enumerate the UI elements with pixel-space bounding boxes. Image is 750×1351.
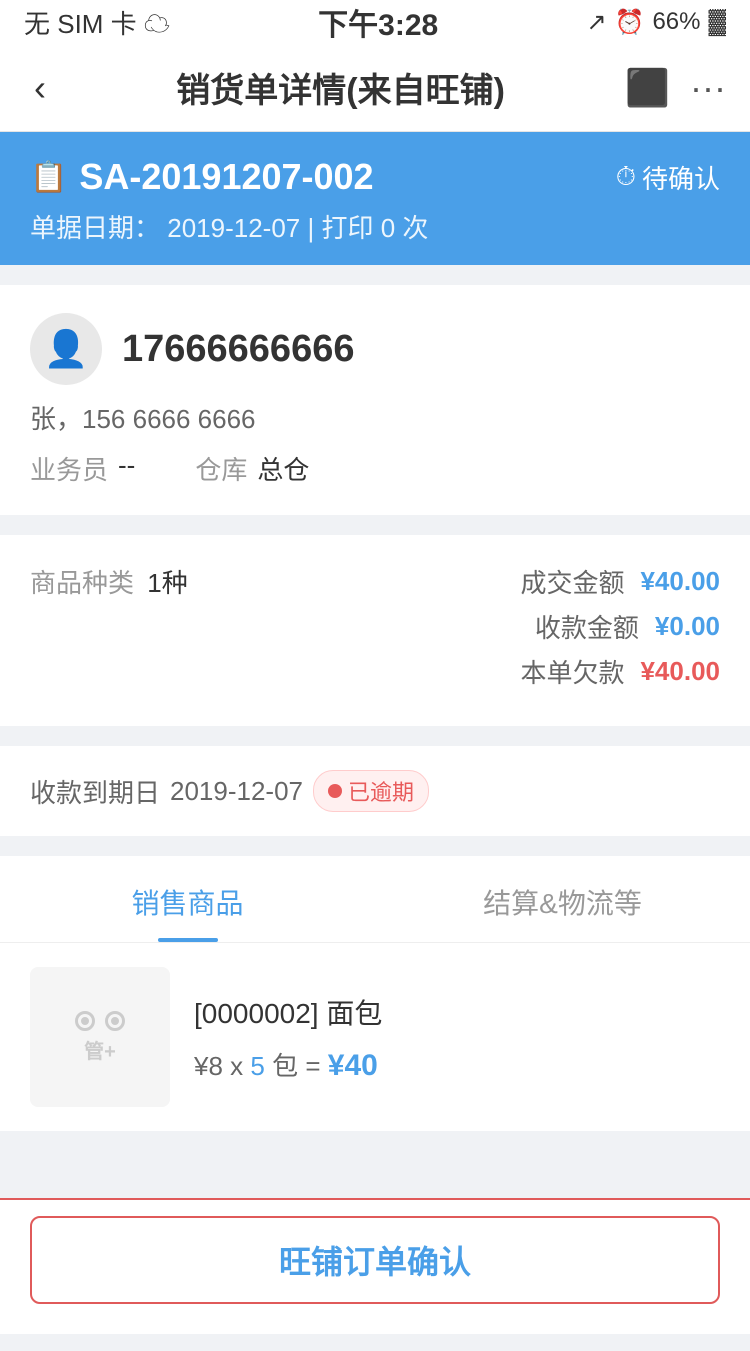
product-section: 管+ [0000002] 面包 ¥8 x 5 包 = ¥40 — [0, 943, 750, 1131]
due-section: 收款到期日 2019-12-07 已逾期 — [0, 746, 750, 836]
print-suffix: 次 — [402, 213, 428, 243]
status-left: 无 SIM 卡 ☁ — [24, 4, 170, 41]
equals-symbol: = — [305, 1051, 320, 1081]
nav-actions: ⬛ ··· — [625, 67, 726, 109]
times-symbol: x — [230, 1051, 243, 1081]
alarm-icon: ⏰ — [615, 8, 645, 37]
owl-eyes — [75, 1011, 125, 1031]
tab-settlement[interactable]: 结算&物流等 — [375, 856, 750, 942]
order-id-text: SA-20191207-002 — [79, 156, 373, 198]
status-bar: 无 SIM 卡 ☁ 下午3:28 ↗ ⏰ 66% ▓ — [0, 0, 750, 44]
tabs: 销售商品 结算&物流等 — [0, 856, 750, 943]
product-type-value: 1种 — [147, 568, 187, 598]
due-label: 收款到期日 — [30, 773, 160, 810]
customer-phone: 17666666666 — [122, 328, 354, 371]
order-status: ⏱ 待确认 — [616, 159, 720, 196]
status-time: 下午3:28 — [318, 0, 438, 44]
owl-text: 管+ — [84, 1035, 116, 1064]
received-label: 收款金额 — [535, 608, 639, 645]
due-date: 2019-12-07 — [170, 776, 303, 807]
order-icon: 📋 — [30, 160, 67, 195]
confirm-order-button[interactable]: 旺铺订单确认 — [30, 1216, 720, 1304]
quantity: 5 — [250, 1051, 264, 1081]
owl-eye-right — [105, 1011, 125, 1031]
product-item: 管+ [0000002] 面包 ¥8 x 5 包 = ¥40 — [0, 943, 750, 1131]
page-title: 销货单详情(来自旺铺) — [56, 63, 625, 112]
overdue-badge: 已逾期 — [313, 770, 429, 812]
share-icon[interactable]: ⬛ — [625, 67, 670, 109]
owed-label: 本单欠款 — [520, 653, 624, 690]
sales-meta: 业务员 -- — [30, 450, 135, 487]
tab-sales-products[interactable]: 销售商品 — [0, 856, 375, 942]
battery-status: 66% — [652, 8, 700, 36]
print-count: 0 — [381, 213, 395, 243]
customer-top: 👤 17666666666 — [30, 313, 720, 385]
sales-label: 业务员 — [30, 450, 108, 487]
status-right: ↗ ⏰ 66% ▓ — [586, 8, 726, 37]
order-header-top: 📋 SA-20191207-002 ⏱ 待确认 — [30, 156, 720, 198]
warehouse-label: 仓库 — [195, 450, 247, 487]
sales-value: -- — [118, 450, 135, 487]
summary-right: 成交金额 ¥40.00 收款金额 ¥0.00 本单欠款 ¥40.00 — [520, 563, 720, 698]
order-date: 单据日期： 2019-12-07 | 打印 0 次 — [30, 208, 720, 245]
warehouse-meta: 仓库 总仓 — [195, 450, 309, 487]
status-text: 待确认 — [642, 159, 720, 196]
avatar: 👤 — [30, 313, 102, 385]
transaction-row: 成交金额 ¥40.00 — [520, 563, 720, 600]
summary-left: 商品种类 1种 — [30, 563, 188, 600]
customer-section: 👤 17666666666 张，156 6666 6666 业务员 -- 仓库 … — [0, 285, 750, 515]
battery-icon: ▓ — [709, 8, 727, 36]
customer-meta: 业务员 -- 仓库 总仓 — [30, 450, 720, 487]
warehouse-value: 总仓 — [257, 450, 309, 487]
summary-section: 商品种类 1种 成交金额 ¥40.00 收款金额 ¥0.00 本单欠款 ¥40.… — [0, 535, 750, 726]
product-name: [0000002] 面包 — [194, 992, 720, 1032]
location-icon: ↗ — [586, 8, 606, 37]
overdue-dot-icon — [328, 784, 342, 798]
product-type-label: 商品种类 — [30, 568, 134, 598]
date-label: 单据日期： — [30, 213, 160, 243]
date-value: 2019-12-07 — [167, 213, 300, 243]
status-clock-icon: ⏱ — [616, 161, 636, 193]
owl-eye-left — [75, 1011, 95, 1031]
product-title: 面包 — [326, 998, 382, 1029]
bottom-bar: 旺铺订单确认 — [0, 1198, 750, 1334]
order-header: 📋 SA-20191207-002 ⏱ 待确认 单据日期： 2019-12-07… — [0, 132, 750, 265]
overdue-text: 已逾期 — [348, 775, 414, 807]
print-label: | 打印 — [307, 213, 373, 243]
product-code: [0000002] — [194, 998, 319, 1029]
total-price: ¥40 — [328, 1049, 378, 1082]
owed-value: ¥40.00 — [640, 656, 720, 687]
product-logo: 管+ — [30, 967, 170, 1107]
product-price: ¥8 x 5 包 = ¥40 — [194, 1046, 720, 1083]
owed-row: 本单欠款 ¥40.00 — [520, 653, 720, 690]
more-icon[interactable]: ··· — [690, 67, 726, 109]
avatar-icon: 👤 — [44, 328, 89, 370]
product-info: [0000002] 面包 ¥8 x 5 包 = ¥40 — [194, 992, 720, 1083]
back-button[interactable]: ‹ — [24, 57, 56, 119]
unit-price: ¥8 — [194, 1051, 223, 1081]
customer-name: 张，156 6666 6666 — [30, 399, 720, 436]
sim-status: 无 SIM 卡 ☁ — [24, 4, 170, 41]
transaction-label: 成交金额 — [520, 563, 624, 600]
order-id: 📋 SA-20191207-002 — [30, 156, 374, 198]
unit: 包 — [272, 1051, 298, 1081]
product-image: 管+ — [30, 967, 170, 1107]
transaction-value: ¥40.00 — [640, 566, 720, 597]
received-row: 收款金额 ¥0.00 — [520, 608, 720, 645]
nav-bar: ‹ 销货单详情(来自旺铺) ⬛ ··· — [0, 44, 750, 132]
received-value: ¥0.00 — [655, 611, 720, 642]
